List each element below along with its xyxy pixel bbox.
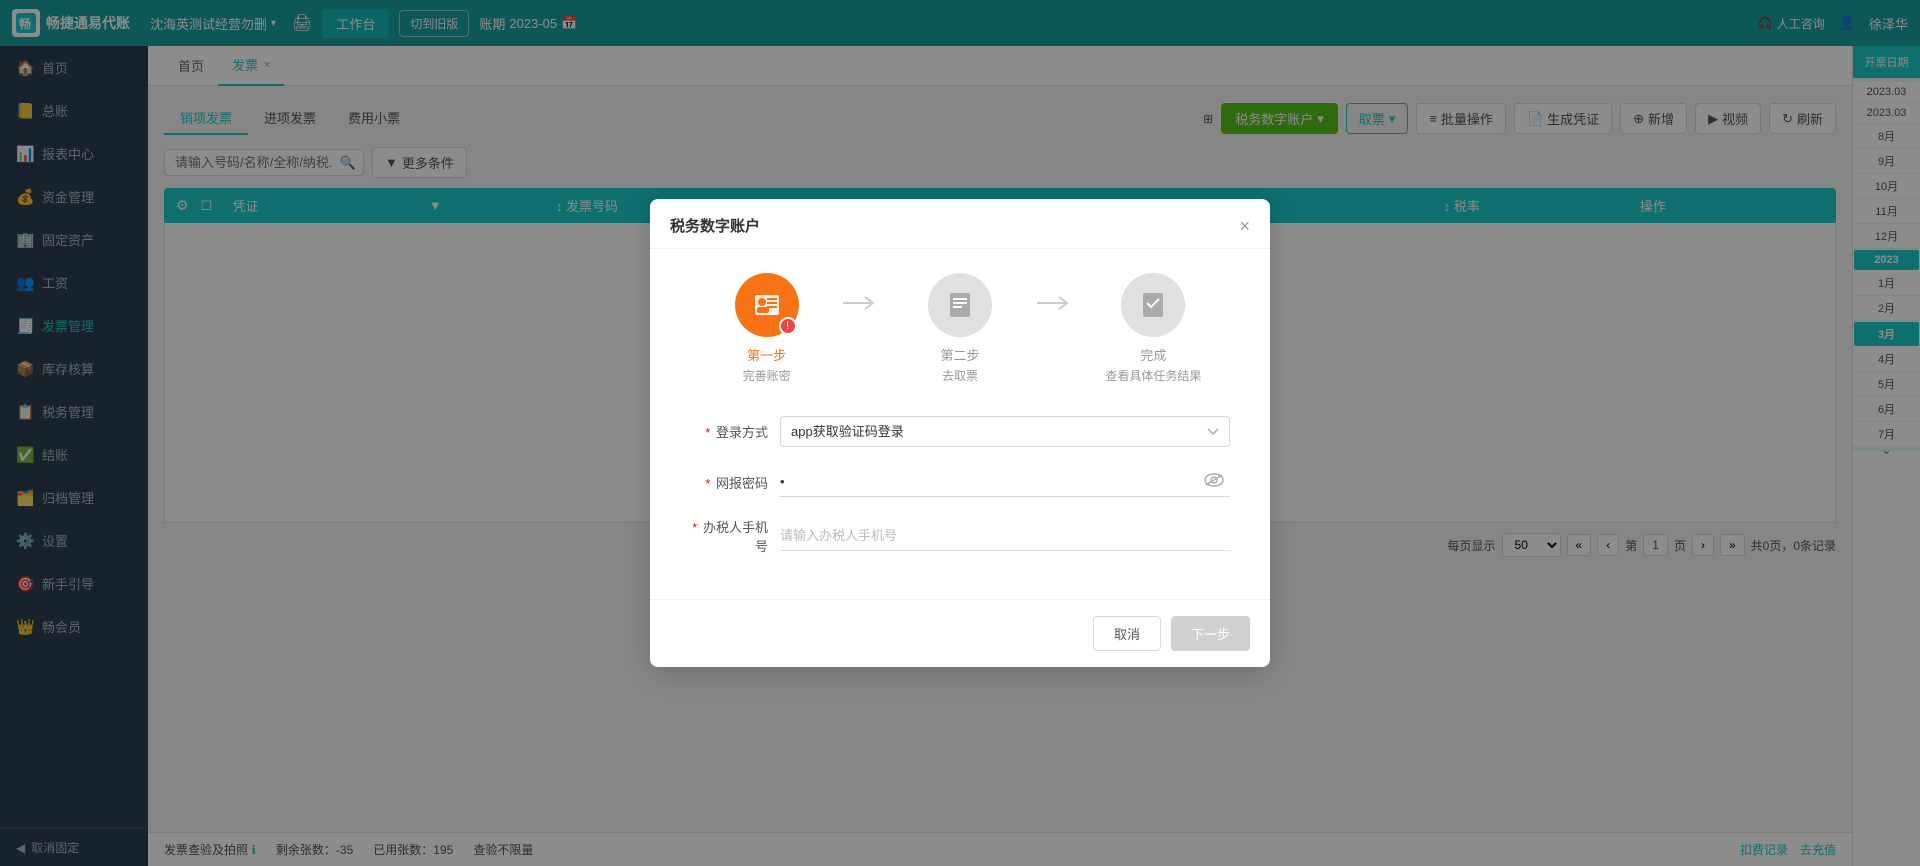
step-arrow-1 (843, 273, 883, 313)
modal-body: ! 第一步 完善账密 (650, 249, 1270, 599)
login-method-control: app获取验证码登录 密码登录 (780, 416, 1230, 447)
phone-label: * 办税人手机号 (690, 517, 780, 555)
step-2-desc: 去取票 (942, 367, 978, 384)
password-input[interactable] (780, 467, 1230, 497)
phone-input[interactable] (780, 521, 1230, 551)
phone-row: * 办税人手机号 (690, 517, 1230, 555)
step-2-label: 第二步 (940, 345, 979, 364)
step-2-circle (928, 273, 992, 337)
login-method-row: * 登录方式 app获取验证码登录 密码登录 (690, 416, 1230, 447)
modal-footer: 取消 下一步 (650, 599, 1270, 667)
tax-digital-account-modal: 税务数字账户 × (650, 199, 1270, 667)
next-step-button[interactable]: 下一步 (1171, 616, 1250, 651)
step-3-desc: 查看具体任务结果 (1105, 367, 1201, 384)
step-1-label: 第一步 (747, 345, 786, 364)
step-1-desc: 完善账密 (743, 367, 791, 384)
password-row: * 网报密码 (690, 467, 1230, 497)
steps-indicator: ! 第一步 完善账密 (690, 273, 1230, 384)
eye-icon[interactable] (1204, 473, 1224, 491)
login-method-label: * 登录方式 (690, 422, 780, 441)
modal-close-button[interactable]: × (1239, 217, 1250, 235)
login-method-select[interactable]: app获取验证码登录 密码登录 (780, 416, 1230, 447)
modal-title: 税务数字账户 (670, 215, 760, 236)
password-control (780, 467, 1230, 497)
step-1-badge: ! (779, 317, 797, 335)
modal-form: * 登录方式 app获取验证码登录 密码登录 * 网报密码 (690, 416, 1230, 555)
modal-header: 税务数字账户 × (650, 199, 1270, 249)
step-1-circle: ! (735, 273, 799, 337)
step-arrow-2 (1037, 273, 1077, 313)
step-3: 完成 查看具体任务结果 (1077, 273, 1230, 384)
password-label: * 网报密码 (690, 473, 780, 492)
step-3-label: 完成 (1140, 345, 1166, 364)
phone-control (780, 521, 1230, 551)
step-1: ! 第一步 完善账密 (690, 273, 843, 384)
cancel-button[interactable]: 取消 (1093, 616, 1161, 651)
modal-overlay: 税务数字账户 × (0, 0, 1920, 866)
step-3-circle (1121, 273, 1185, 337)
step-2: 第二步 去取票 (883, 273, 1036, 384)
